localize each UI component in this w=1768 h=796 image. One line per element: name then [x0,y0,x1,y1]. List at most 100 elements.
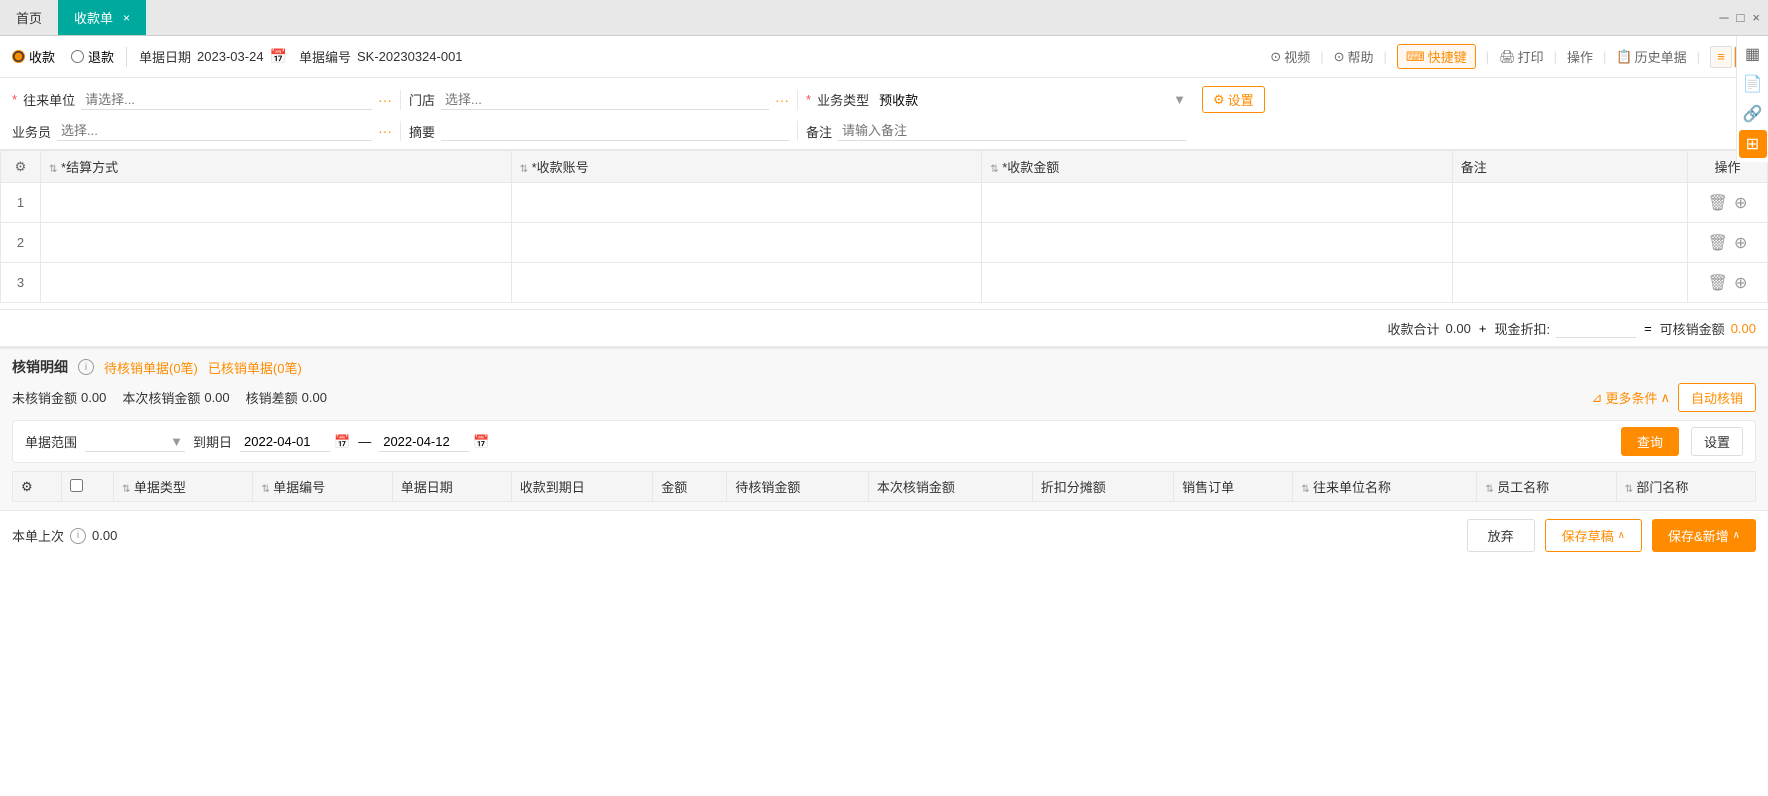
date-from-input[interactable] [240,432,330,452]
receipt-label: 收款 [29,47,55,66]
counterpart-field: * 往来单位 ··· [12,90,392,110]
sidebar-link-icon[interactable]: 🔗 [1739,100,1767,128]
form-row-2: 业务员 ··· 摘要 备注 [12,121,1756,141]
copy-icon[interactable]: ⊕ [1734,193,1747,213]
diff-stat: 核销差额 0.00 [246,388,327,407]
abandon-button[interactable]: 放弃 [1467,519,1535,552]
save-draft-button[interactable]: 保存草稿 ∧ [1545,519,1642,552]
store-more-icon[interactable]: ··· [775,92,789,108]
bt-col-current: 本次核销金额 [868,472,1032,502]
date-field: 单据日期 2023-03-24 📅 [139,47,287,66]
video-icon: ⊙ [1270,49,1281,65]
sidebar-doc-icon[interactable]: 📄 [1739,70,1767,98]
settings-button[interactable]: ⚙ 设置 [1202,86,1265,113]
print-btn[interactable]: 🖨 打印 [1499,47,1544,66]
counterpart-more-icon[interactable]: ··· [378,92,392,108]
verification-info-icon[interactable]: i [78,359,94,375]
counterpart-input[interactable] [81,90,372,110]
staff-more-icon[interactable]: ··· [378,123,392,139]
pending-badge[interactable]: 待核销单据(0笔) [104,358,198,377]
help-icon: ⊙ [1334,49,1345,65]
shortcut-icon: ⌨ [1406,49,1425,65]
total-field: 收款合计 0.00 [1388,319,1471,338]
remark-label: 备注 [806,122,832,141]
col-remark: 备注 [1452,151,1687,183]
remark-input[interactable] [838,121,1186,141]
sidebar-frame-icon[interactable]: ⊞ [1739,130,1767,158]
help-btn[interactable]: ⊙ 帮助 [1334,47,1374,66]
verify-amount-value: 0.00 [1731,321,1756,336]
calendar-to-icon[interactable]: 📅 [473,434,489,450]
bottom-table-wrap: ⚙ ⇅ 单据类型 ⇅ 单据编号 单据日期 收款到期日 金额 待核销金额 本次核销… [12,471,1756,502]
bottom-left: 本单上次 i 0.00 [12,526,117,545]
tab-close-icon[interactable]: × [123,11,130,25]
date-label: 单据日期 [139,47,191,66]
ver-stats: 未核销金额 0.00 本次核销金额 0.00 核销差额 0.00 ⊿ 更多条件 … [12,383,1756,412]
table-row: 2 🗑⊕ [1,223,1768,263]
refund-radio[interactable]: 退款 [71,47,114,66]
staff-input[interactable] [57,121,372,141]
auto-verify-button[interactable]: 自动核销 [1678,383,1756,412]
delete-icon[interactable]: 🗑 [1708,233,1728,253]
summary-input[interactable] [441,121,789,141]
col-account: ⇅ *收款账号 [511,151,982,183]
sidebar-table-icon[interactable]: ▦ [1739,40,1767,68]
range-label: 单据范围 [25,432,77,451]
col-settlement: ⇅ *结算方式 [41,151,512,183]
bt-col-amount: 金额 [653,472,727,502]
more-conditions-btn[interactable]: ⊿ 更多条件 ∧ [1592,388,1670,407]
verify-amount-field: 可核销金额 0.00 [1660,319,1756,338]
range-select-wrap: ▼ [85,432,185,452]
bt-col-sales-order: 销售订单 [1174,472,1293,502]
table-settings-icon[interactable]: ⚙ [1,151,41,183]
window-controls: ─ □ × [1719,10,1768,25]
slip-info-icon[interactable]: i [70,528,86,544]
save-new-chevron-icon: ∧ [1733,530,1740,541]
tab-home[interactable]: 首页 [0,0,58,35]
bt-col-date: 单据日期 [392,472,511,502]
tab-current[interactable]: 收款单 × [58,0,146,35]
calendar-from-icon[interactable]: 📅 [334,434,350,450]
store-label: 门店 [409,90,435,109]
date-to-input[interactable] [379,432,469,452]
minimize-icon[interactable]: ─ [1719,10,1728,25]
verification-title: 核销明细 [12,357,68,377]
total-value: 0.00 [1446,321,1471,336]
done-badge[interactable]: 已核销单据(0笔) [208,358,302,377]
business-type-dropdown-icon[interactable]: ▼ [1173,92,1186,107]
copy-icon[interactable]: ⊕ [1734,233,1747,253]
operation-btn[interactable]: 操作 [1567,47,1593,66]
history-btn[interactable]: 📋 历史单据 [1616,47,1686,66]
shortcut-btn[interactable]: ⌨ 快捷键 [1397,44,1476,69]
bottom-bar: 本单上次 i 0.00 放弃 保存草稿 ∧ 保存&新增 ∧ [0,510,1768,560]
delete-icon[interactable]: 🗑 [1708,273,1728,293]
table-row: 3 🗑⊕ [1,263,1768,303]
bt-col-pending: 待核销金额 [727,472,868,502]
business-type-value: 预收款 [875,88,1167,111]
bt-col-discount: 折扣分摊额 [1032,472,1173,502]
layout-list-icon[interactable]: ≡ [1710,46,1732,68]
number-field: 单据编号 SK-20230324-001 [299,47,463,66]
copy-icon[interactable]: ⊕ [1734,273,1747,293]
business-type-label: 业务类型 [817,90,869,109]
query-button[interactable]: 查询 [1621,427,1679,456]
delete-icon[interactable]: 🗑 [1708,193,1728,213]
receipt-radio[interactable]: 收款 [12,47,55,66]
maximize-icon[interactable]: □ [1737,10,1745,25]
calendar-icon[interactable]: 📅 [270,48,287,65]
select-all-checkbox[interactable] [70,479,83,492]
discount-label: 现金折扣: [1494,319,1550,338]
slip-value: 0.00 [92,528,117,543]
bottom-actions: 放弃 保存草稿 ∧ 保存&新增 ∧ [1467,519,1756,552]
close-icon[interactable]: × [1752,10,1760,25]
range-select[interactable] [85,432,185,452]
due-date-label: 到期日 [193,432,232,451]
tab-current-label: 收款单 [74,8,113,27]
discount-input[interactable] [1556,318,1636,338]
bt-col-settings[interactable]: ⚙ [13,472,62,502]
store-input[interactable] [441,90,769,110]
form-row-1: * 往来单位 ··· 门店 ··· * 业务类型 预收款 ▼ ⚙ 设置 [12,86,1756,113]
save-new-button[interactable]: 保存&新增 ∧ [1652,519,1756,552]
video-btn[interactable]: ⊙ 视频 [1270,47,1310,66]
ver-settings-button[interactable]: 设置 [1691,427,1743,456]
